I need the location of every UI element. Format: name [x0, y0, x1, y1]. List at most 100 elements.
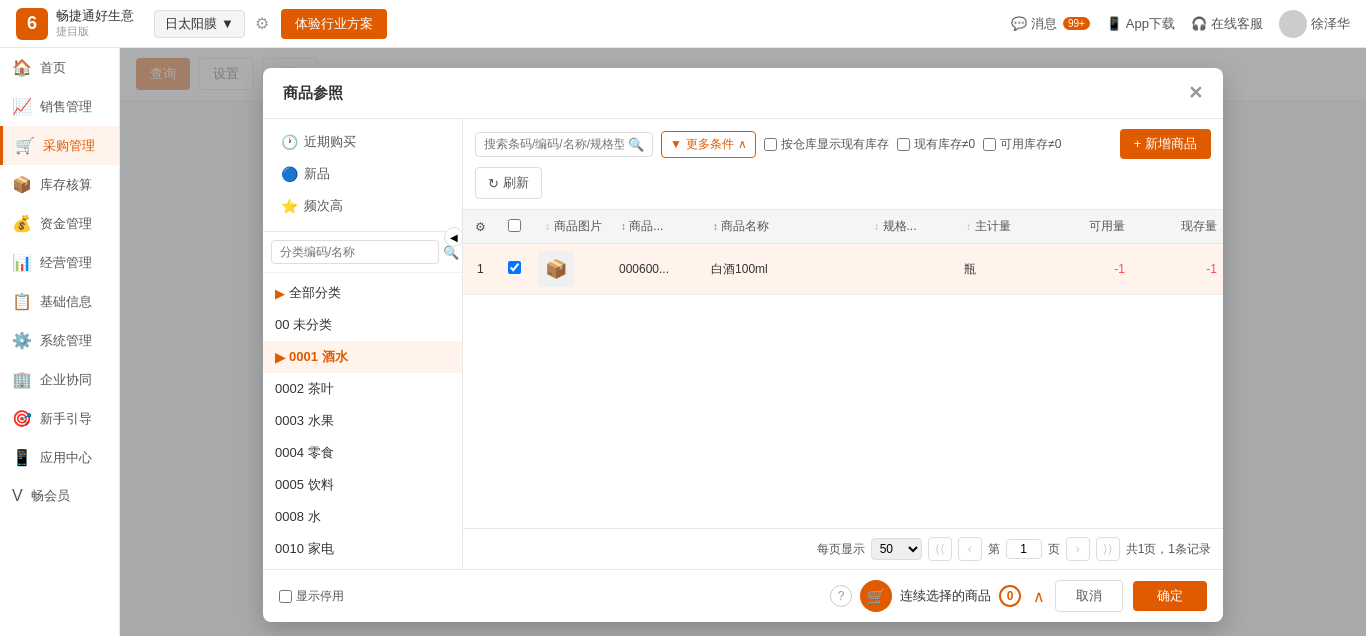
collapse-panel-btn[interactable]: ◀	[444, 227, 463, 247]
search-input[interactable]	[484, 137, 624, 151]
sidebar-label-guide: 新手引导	[40, 410, 92, 428]
tab-new[interactable]: 🔵 新品	[271, 159, 454, 189]
sidebar-item-member[interactable]: V 畅会员	[0, 477, 119, 515]
checkbox-stock-ne0[interactable]: 现有库存≠0	[897, 136, 975, 153]
sidebar-item-operation[interactable]: 📊 经营管理	[0, 243, 119, 282]
table-row[interactable]: 1 📦 000600... 白酒100ml	[463, 244, 1223, 295]
sidebar-item-sales[interactable]: 📈 销售管理	[0, 87, 119, 126]
checkbox-available-label: 可用库存≠0	[1000, 136, 1061, 153]
sidebar-label-basic: 基础信息	[40, 293, 92, 311]
sidebar-item-inventory[interactable]: 📦 库存核算	[0, 165, 119, 204]
category-0004[interactable]: 0004 零食	[263, 437, 462, 469]
page-last-btn[interactable]: ⟩⟩	[1096, 537, 1120, 561]
page-size-label: 每页显示	[817, 541, 865, 558]
basic-icon: 📋	[12, 292, 32, 311]
page-next-btn[interactable]: ›	[1066, 537, 1090, 561]
sidebar-item-enterprise[interactable]: 🏢 企业协同	[0, 360, 119, 399]
chevron-up-icon: ∧	[738, 137, 747, 151]
col-checkbox-all[interactable]	[498, 210, 533, 244]
app-download-item[interactable]: 📱 App下载	[1106, 15, 1175, 33]
checkbox-available-input[interactable]	[983, 138, 996, 151]
sidebar-item-guide[interactable]: 🎯 新手引导	[0, 399, 119, 438]
filter-btn[interactable]: ▼ 更多条件 ∧	[661, 131, 756, 158]
sidebar-item-basic[interactable]: 📋 基础信息	[0, 282, 119, 321]
message-label: 消息	[1031, 15, 1057, 33]
sidebar-label-home: 首页	[40, 59, 66, 77]
show-disabled-label: 显示停用	[296, 588, 344, 605]
footer-cart: ? 🛒 连续选择的商品 0 ∧	[830, 580, 1045, 612]
show-disabled-input[interactable]	[279, 590, 292, 603]
checkbox-warehouse-input[interactable]	[764, 138, 777, 151]
tab-recent[interactable]: 🕐 近期购买	[271, 127, 454, 157]
message-item[interactable]: 💬 消息 99+	[1011, 15, 1090, 33]
sidebar-item-finance[interactable]: 💰 资金管理	[0, 204, 119, 243]
category-0010[interactable]: 0010 家电	[263, 533, 462, 565]
col-settings[interactable]: ⚙	[463, 210, 498, 244]
category-0008[interactable]: 0008 水	[263, 501, 462, 533]
inventory-icon: 📦	[12, 175, 32, 194]
confirm-btn[interactable]: 确定	[1133, 581, 1207, 611]
checkbox-stock-label: 现有库存≠0	[914, 136, 975, 153]
gear-icon[interactable]: ⚙	[255, 14, 269, 33]
nav-selector[interactable]: 日太阳膜 ▼	[154, 10, 245, 38]
cancel-btn[interactable]: 取消	[1055, 580, 1123, 612]
modal-title: 商品参照	[283, 84, 343, 103]
purchase-icon: 🛒	[15, 136, 35, 155]
page-first-btn[interactable]: ⟨⟨	[928, 537, 952, 561]
search-submit-icon[interactable]: 🔍	[628, 137, 644, 152]
row-img-cell: 📦	[532, 244, 613, 295]
row-name: 白酒100ml	[705, 244, 866, 295]
category-00-label: 00 未分类	[275, 316, 332, 334]
page-size-select[interactable]: 50 10 20 100	[871, 538, 922, 560]
help-icon[interactable]: ?	[830, 585, 852, 607]
checkbox-stock-input[interactable]	[897, 138, 910, 151]
close-icon[interactable]: ✕	[1188, 82, 1203, 104]
col-name-sort-icon: ↕	[713, 221, 718, 232]
system-icon: ⚙️	[12, 331, 32, 350]
guide-icon: 🎯	[12, 409, 32, 428]
sidebar-item-purchase[interactable]: 🛒 采购管理	[0, 126, 119, 165]
refresh-btn[interactable]: ↻ 刷新	[475, 167, 542, 199]
add-product-btn[interactable]: + 新增商品	[1120, 129, 1211, 159]
category-0001[interactable]: ▶ 0001 酒水	[263, 341, 462, 373]
sidebar-label-enterprise: 企业协同	[40, 371, 92, 389]
sidebar-label-operation: 经营管理	[40, 254, 92, 272]
col-name-header: ↕ 商品名称	[705, 210, 866, 244]
finance-icon: 💰	[12, 214, 32, 233]
message-icon: 💬	[1011, 16, 1027, 31]
show-disabled-checkbox[interactable]: 显示停用	[279, 588, 344, 605]
experience-btn[interactable]: 体验行业方案	[281, 9, 387, 39]
total-info: 共1页，1条记录	[1126, 541, 1211, 558]
row-checkbox[interactable]	[508, 261, 521, 274]
sidebar-label-finance: 资金管理	[40, 215, 92, 233]
checkbox-warehouse[interactable]: 按仓库显示现有库存	[764, 136, 889, 153]
select-all-checkbox[interactable]	[508, 219, 521, 232]
pagination: 每页显示 50 10 20 100 ⟨⟨ ‹ 第 页	[463, 528, 1223, 569]
sidebar-item-apps[interactable]: 📱 应用中心	[0, 438, 119, 477]
tab-frequent[interactable]: ⭐ 频次高	[271, 191, 454, 221]
category-00[interactable]: 00 未分类	[263, 309, 462, 341]
category-0005[interactable]: 0005 饮料	[263, 469, 462, 501]
enterprise-icon: 🏢	[12, 370, 32, 389]
category-0001-label: 0001 酒水	[289, 348, 348, 366]
cart-icon[interactable]: 🛒	[860, 580, 892, 612]
row-checkbox-cell[interactable]	[498, 244, 533, 295]
apps-icon: 📱	[12, 448, 32, 467]
category-0002[interactable]: 0002 茶叶	[263, 373, 462, 405]
collapse-cart-icon[interactable]: ∧	[1033, 587, 1045, 606]
page-prev-btn[interactable]: ‹	[958, 537, 982, 561]
search-box: 🔍	[475, 132, 653, 157]
star-icon: ⭐	[281, 198, 298, 214]
online-service-item[interactable]: 🎧 在线客服	[1191, 15, 1263, 33]
left-panel-tabs: 🕐 近期购买 🔵 新品 ⭐ 频次高	[263, 119, 462, 232]
category-search-input[interactable]	[271, 240, 439, 264]
sidebar-item-system[interactable]: ⚙️ 系统管理	[0, 321, 119, 360]
col-img-sort-icon: ↕	[545, 221, 550, 232]
user-item[interactable]: 徐泽华	[1279, 10, 1350, 38]
headset-icon: 🎧	[1191, 16, 1207, 31]
category-0003[interactable]: 0003 水果	[263, 405, 462, 437]
sidebar-item-home[interactable]: 🏠 首页	[0, 48, 119, 87]
page-input[interactable]	[1006, 539, 1042, 559]
checkbox-available-ne0[interactable]: 可用库存≠0	[983, 136, 1061, 153]
category-all[interactable]: ▶ 全部分类	[263, 277, 462, 309]
